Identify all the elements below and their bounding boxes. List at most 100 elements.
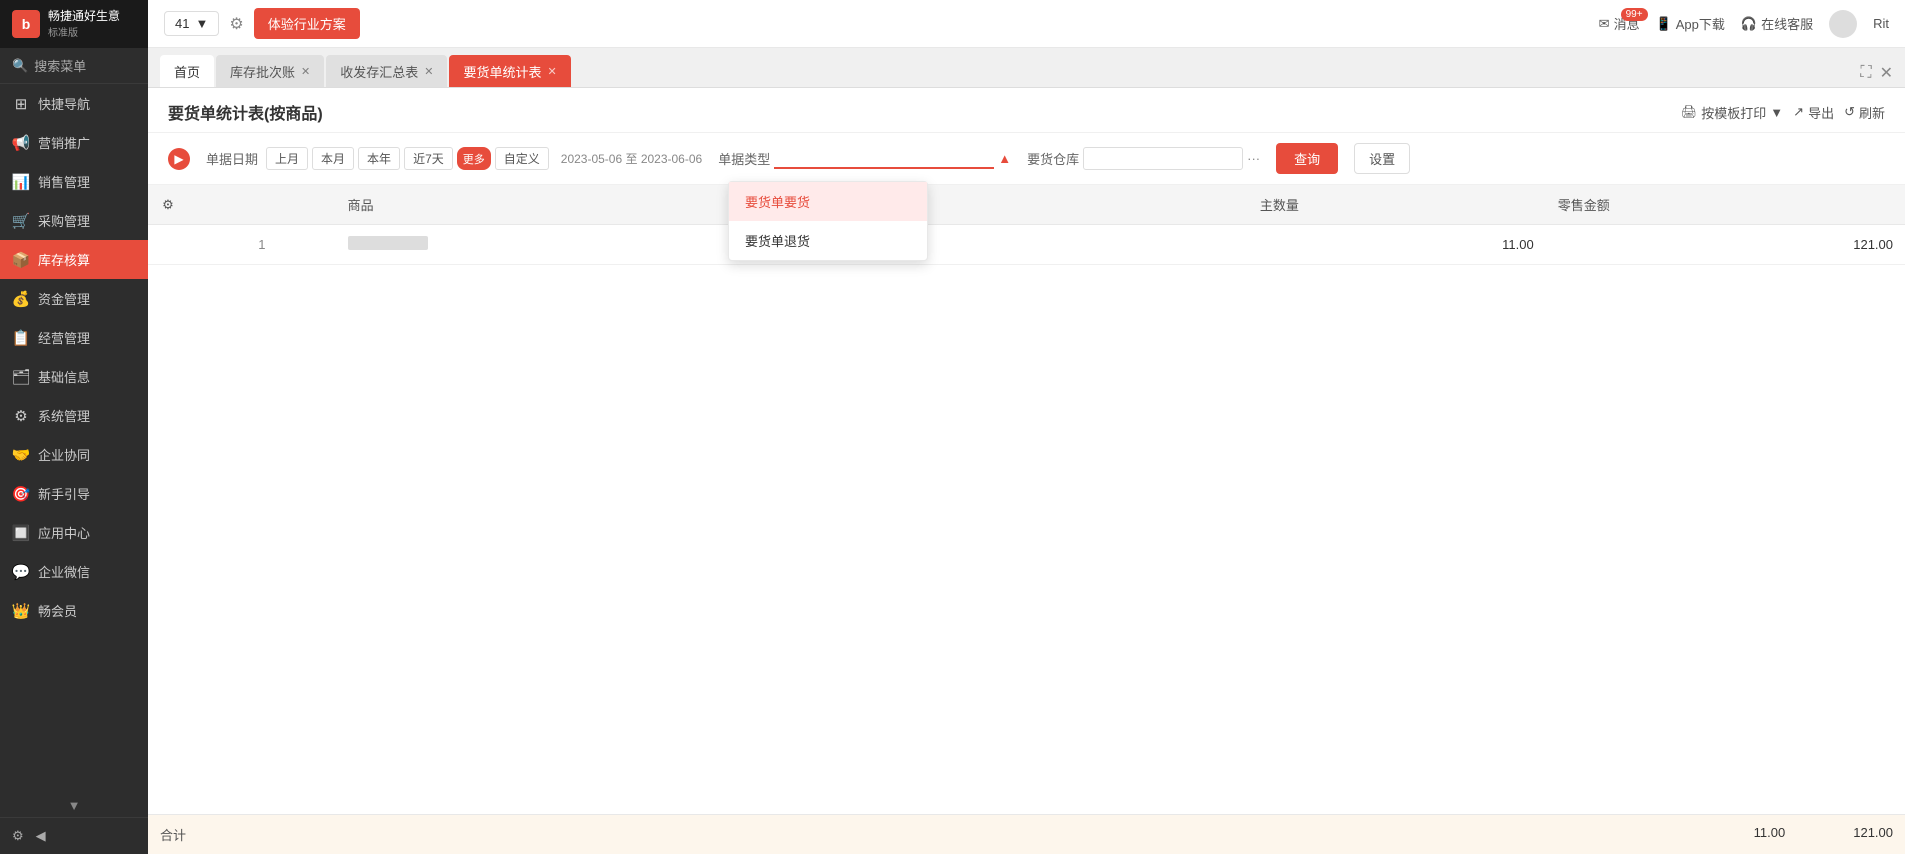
warehouse-input[interactable]	[1083, 147, 1243, 170]
sidebar-item-wechat[interactable]: 💬 企业微信	[0, 552, 148, 591]
basic-icon: 🗂	[12, 368, 30, 386]
print-button[interactable]: 🖨 按模板打印 ▼	[1681, 103, 1783, 122]
member-icon: 👑	[12, 602, 30, 620]
tab-home[interactable]: 首页	[160, 55, 214, 87]
page-actions: 🖨 按模板打印 ▼ ↗ 导出 ↺ 刷新	[1681, 103, 1885, 122]
search-label: 搜索菜单	[34, 56, 86, 75]
th-amount: 零售金额	[1546, 185, 1905, 225]
data-table-wrap: ⚙ 商品 主计量单位 主数量 零售金额 1 块 11.00	[148, 185, 1905, 814]
table-row: 1 块 11.00 121.00	[148, 225, 1905, 265]
filter-expand-btn[interactable]: ▶	[168, 148, 190, 170]
cooperation-icon: 🤝	[12, 446, 30, 464]
wechat-icon: 💬	[12, 563, 30, 581]
sidebar-item-purchase[interactable]: 🛒 采购管理	[0, 201, 148, 240]
content-area: 要货单统计表(按商品) 🖨 按模板打印 ▼ ↗ 导出 ↺ 刷新 ▶	[148, 88, 1905, 854]
refresh-button[interactable]: ↺ 刷新	[1844, 103, 1885, 122]
warehouse-filter: 要货仓库 ···	[1027, 147, 1260, 170]
this-year-btn[interactable]: 本年	[358, 147, 400, 170]
settings-icon[interactable]: ⚙	[12, 828, 24, 844]
td-empty	[148, 225, 188, 265]
sidebar-item-sales[interactable]: 📊 销售管理	[0, 162, 148, 201]
table-footer: 合计 11.00 121.00	[148, 814, 1905, 854]
sidebar-item-label: 营销推广	[38, 133, 90, 152]
sidebar-item-shortcut[interactable]: ⊞ 快捷导航	[0, 84, 148, 123]
sidebar-item-label: 库存核算	[38, 250, 90, 269]
doc-type-label: 单据类型	[718, 149, 770, 168]
sidebar-item-inventory[interactable]: 📦 库存核算	[0, 240, 148, 279]
goods-blurred	[348, 236, 428, 250]
last-7days-btn[interactable]: 近7天	[404, 147, 453, 170]
sidebar-item-system[interactable]: ⚙ 系统管理	[0, 396, 148, 435]
td-qty: 11.00	[1248, 225, 1546, 265]
sidebar-item-marketing[interactable]: 📢 营销推广	[0, 123, 148, 162]
sidebar-item-label: 畅会员	[38, 601, 77, 620]
date-filter-group: 单据日期 上月 本月 本年 近7天 更多 自定义 2023-05-06 至 20…	[206, 147, 702, 170]
message-badge: 99+	[1621, 8, 1648, 21]
service-icon: 🎧	[1741, 16, 1757, 32]
this-month-btn[interactable]: 本月	[312, 147, 354, 170]
export-button[interactable]: ↗ 导出	[1793, 103, 1834, 122]
sidebar-item-label: 资金管理	[38, 289, 90, 308]
finance-icon: 💰	[12, 290, 30, 308]
sidebar-item-operation[interactable]: 📋 经营管理	[0, 318, 148, 357]
tab-order-summary[interactable]: 要货单统计表 ✕	[449, 55, 570, 87]
print-icon: 🖨	[1681, 104, 1698, 120]
date-label: 单据日期	[206, 149, 258, 168]
online-service-btn[interactable]: 🎧 在线客服	[1741, 14, 1813, 33]
sidebar-item-member[interactable]: 👑 畅会员	[0, 591, 148, 630]
dropdown-item-purchase-return[interactable]: 要货单退货	[729, 221, 927, 260]
refresh-icon: ↺	[1844, 104, 1855, 120]
collapse-icon[interactable]: ◀	[36, 828, 46, 844]
nav-list: ⊞ 快捷导航 📢 营销推广 📊 销售管理 🛒 采购管理 📦 库存核算 💰 资金管…	[0, 84, 148, 794]
last-month-btn[interactable]: 上月	[266, 147, 308, 170]
app-download-btn[interactable]: 📱 App下载	[1656, 14, 1725, 33]
table-header-row: ⚙ 商品 主计量单位 主数量 零售金额	[148, 185, 1905, 225]
company-selector[interactable]: 41 ▼	[164, 11, 219, 36]
doc-type-input[interactable]	[774, 148, 994, 169]
search-menu[interactable]: 🔍 搜索菜单	[0, 48, 148, 84]
close-icon[interactable]: ✕	[548, 65, 557, 78]
close-icon[interactable]: ✕	[301, 65, 310, 78]
avatar[interactable]	[1829, 10, 1857, 38]
company-name: 41	[175, 16, 189, 31]
chevron-down-icon: ▼	[195, 16, 208, 31]
topbar-left: 41 ▼ ⚙ 体验行业方案	[164, 8, 1587, 39]
sales-icon: 📊	[12, 173, 30, 191]
logo-title: 畅捷通好生意	[48, 9, 120, 25]
data-table: ⚙ 商品 主计量单位 主数量 零售金额 1 块 11.00	[148, 185, 1905, 265]
page-title: 要货单统计表(按商品)	[168, 100, 323, 124]
sidebar-item-cooperation[interactable]: 🤝 企业协同	[0, 435, 148, 474]
sidebar-item-label: 应用中心	[38, 523, 90, 542]
sidebar-item-guide[interactable]: 🎯 新手引导	[0, 474, 148, 513]
tab-receive-summary[interactable]: 收发存汇总表 ✕	[326, 55, 447, 87]
export-icon: ↗	[1793, 104, 1804, 120]
message-btn[interactable]: ✉ 消息 99+	[1599, 14, 1640, 33]
th-settings[interactable]: ⚙	[148, 185, 188, 225]
sidebar-item-apps[interactable]: 🔲 应用中心	[0, 513, 148, 552]
expand-icon[interactable]: ⛶	[1860, 64, 1871, 82]
th-no	[188, 185, 336, 225]
trial-button[interactable]: 体验行业方案	[254, 8, 360, 39]
doc-type-dropdown: 要货单要货 要货单退货	[728, 181, 928, 261]
guide-icon: 🎯	[12, 485, 30, 503]
sidebar-item-finance[interactable]: 💰 资金管理	[0, 279, 148, 318]
close-icon[interactable]: ✕	[424, 65, 433, 78]
custom-btn[interactable]: 自定义	[495, 147, 549, 170]
message-icon: ✉	[1599, 16, 1610, 32]
sidebar-item-basic[interactable]: 🗂 基础信息	[0, 357, 148, 396]
more-btn[interactable]: 更多	[457, 147, 491, 170]
th-qty: 主数量	[1248, 185, 1546, 225]
tab-inventory-batch[interactable]: 库存批次账 ✕	[216, 55, 324, 87]
close-all-icon[interactable]: ✕	[1880, 63, 1893, 83]
query-button[interactable]: 查询	[1276, 143, 1338, 174]
sidebar: b 畅捷通好生意 标准版 🔍 搜索菜单 ⊞ 快捷导航 📢 营销推广 📊 销售管理…	[0, 0, 148, 854]
warehouse-more-icon[interactable]: ···	[1247, 151, 1260, 166]
scroll-down-btn[interactable]: ▼	[0, 794, 148, 817]
main-area: 41 ▼ ⚙ 体验行业方案 ✉ 消息 99+ 📱 App下载 🎧 在线客服 Ri…	[148, 0, 1905, 854]
settings-button[interactable]: 设置	[1354, 143, 1410, 174]
topbar-settings-icon[interactable]: ⚙	[229, 14, 243, 34]
chevron-up-icon[interactable]: ▲	[998, 151, 1011, 166]
footer-qty-spacer	[246, 825, 1686, 844]
sidebar-item-label: 快捷导航	[38, 94, 90, 113]
dropdown-item-purchase-order[interactable]: 要货单要货	[729, 182, 927, 221]
